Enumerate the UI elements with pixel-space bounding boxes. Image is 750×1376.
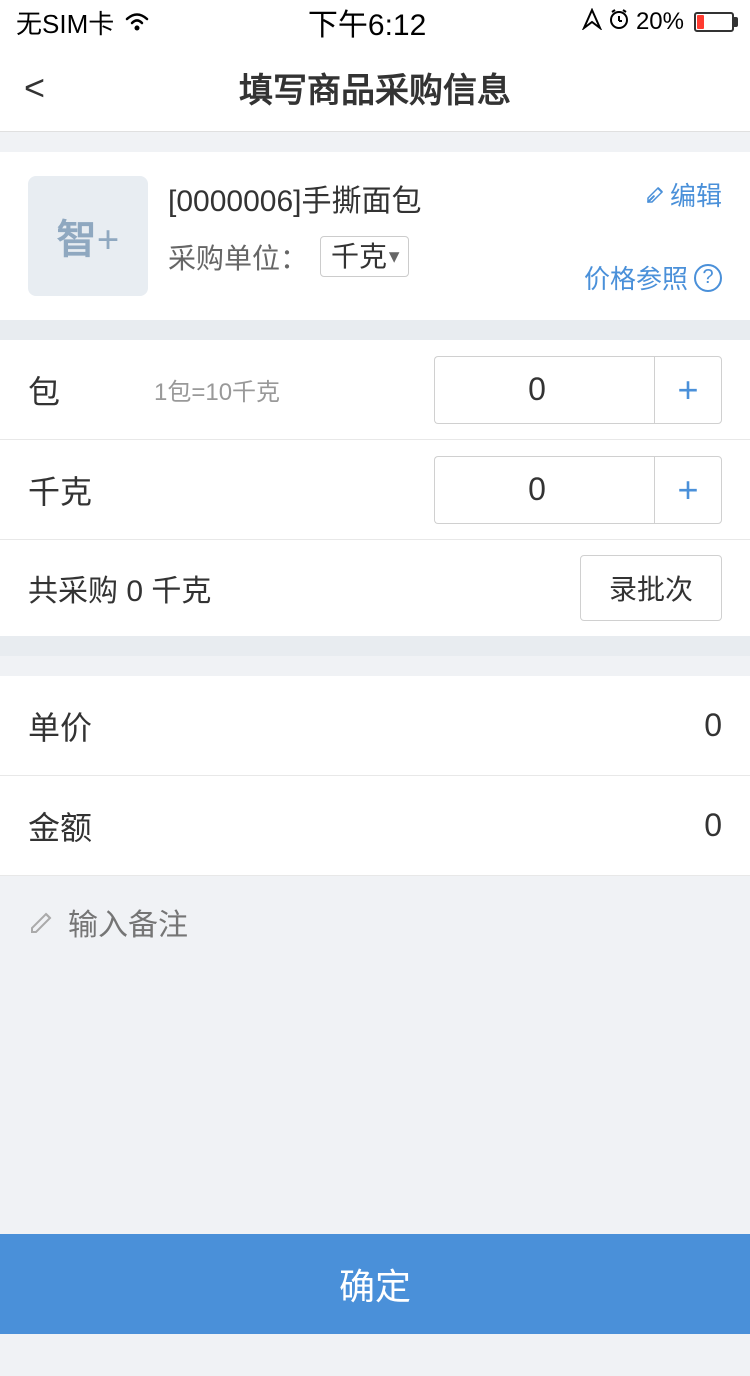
status-time: 下午6:12 <box>308 0 426 44</box>
input-section: 包 1包=10千克 + 千克 + <box>0 340 750 540</box>
location-icon <box>582 8 602 37</box>
summary-row: 共采购 0 千克 录批次 <box>0 540 750 636</box>
bag-plus-button[interactable]: + <box>654 356 722 424</box>
divider-2 <box>0 636 750 656</box>
status-bar: 无SIM卡 下午6:12 <box>0 0 750 44</box>
pencil-icon <box>28 908 56 944</box>
summary-value: 0 <box>126 575 151 608</box>
product-logo: 智+ <box>57 207 120 265</box>
bag-label: 包 <box>28 367 148 413</box>
help-icon[interactable]: ? <box>694 264 722 292</box>
edit-button[interactable]: 编辑 <box>644 176 722 213</box>
summary-text: 共采购 0 千克 <box>28 566 211 610</box>
edit-label: 编辑 <box>670 176 722 213</box>
amount-row: 金额 0 <box>0 776 750 876</box>
page-title: 填写商品采购信息 <box>239 63 511 112</box>
unit-select[interactable]: 千克 <box>320 236 409 277</box>
unit-select-wrapper[interactable]: 千克 <box>320 236 409 277</box>
product-image: 智+ <box>28 176 148 296</box>
bag-input-group: + <box>434 356 722 424</box>
batch-button[interactable]: 录批次 <box>580 555 722 621</box>
remark-input[interactable] <box>68 909 722 943</box>
price-section: 单价 0 金额 0 <box>0 676 750 876</box>
battery-icon <box>694 12 734 32</box>
kg-input-group: + <box>434 456 722 524</box>
status-right: 20% <box>582 8 734 37</box>
unit-label: 采购单位： <box>168 237 308 277</box>
unit-price-value: 0 <box>704 707 722 744</box>
summary-prefix: 共采购 <box>28 575 118 608</box>
amount-value: 0 <box>704 807 722 844</box>
divider-1 <box>0 320 750 340</box>
bag-row: 包 1包=10千克 + <box>0 340 750 440</box>
kg-quantity-input[interactable] <box>434 456 654 524</box>
product-card: 智+ [0000006]手撕面包 采购单位： 千克 编辑 价格参照 <box>0 152 750 320</box>
carrier-text: 无SIM卡 <box>16 4 114 41</box>
nav-bar: < 填写商品采购信息 <box>0 44 750 132</box>
unit-price-label: 单价 <box>28 703 92 749</box>
product-name: [0000006]手撕面包 <box>168 176 722 220</box>
edit-icon <box>644 184 666 206</box>
bag-sub-label: 1包=10千克 <box>154 372 280 407</box>
battery-percent: 20% <box>636 8 684 36</box>
kg-row: 千克 + <box>0 440 750 540</box>
alarm-icon <box>608 8 630 37</box>
status-left: 无SIM卡 <box>16 4 152 41</box>
empty-area <box>0 976 750 1276</box>
bag-quantity-input[interactable] <box>434 356 654 424</box>
kg-label: 千克 <box>28 467 148 513</box>
kg-plus-button[interactable]: + <box>654 456 722 524</box>
wifi-icon <box>122 7 152 38</box>
price-ref-button[interactable]: 价格参照 ? <box>584 259 722 296</box>
amount-label: 金额 <box>28 803 92 849</box>
summary-unit: 千克 <box>151 575 211 608</box>
remark-section[interactable] <box>0 876 750 976</box>
confirm-button[interactable]: 确定 <box>0 1234 750 1334</box>
price-ref-label: 价格参照 <box>584 259 688 296</box>
unit-price-row: 单价 0 <box>0 676 750 776</box>
back-button[interactable]: < <box>24 67 45 109</box>
